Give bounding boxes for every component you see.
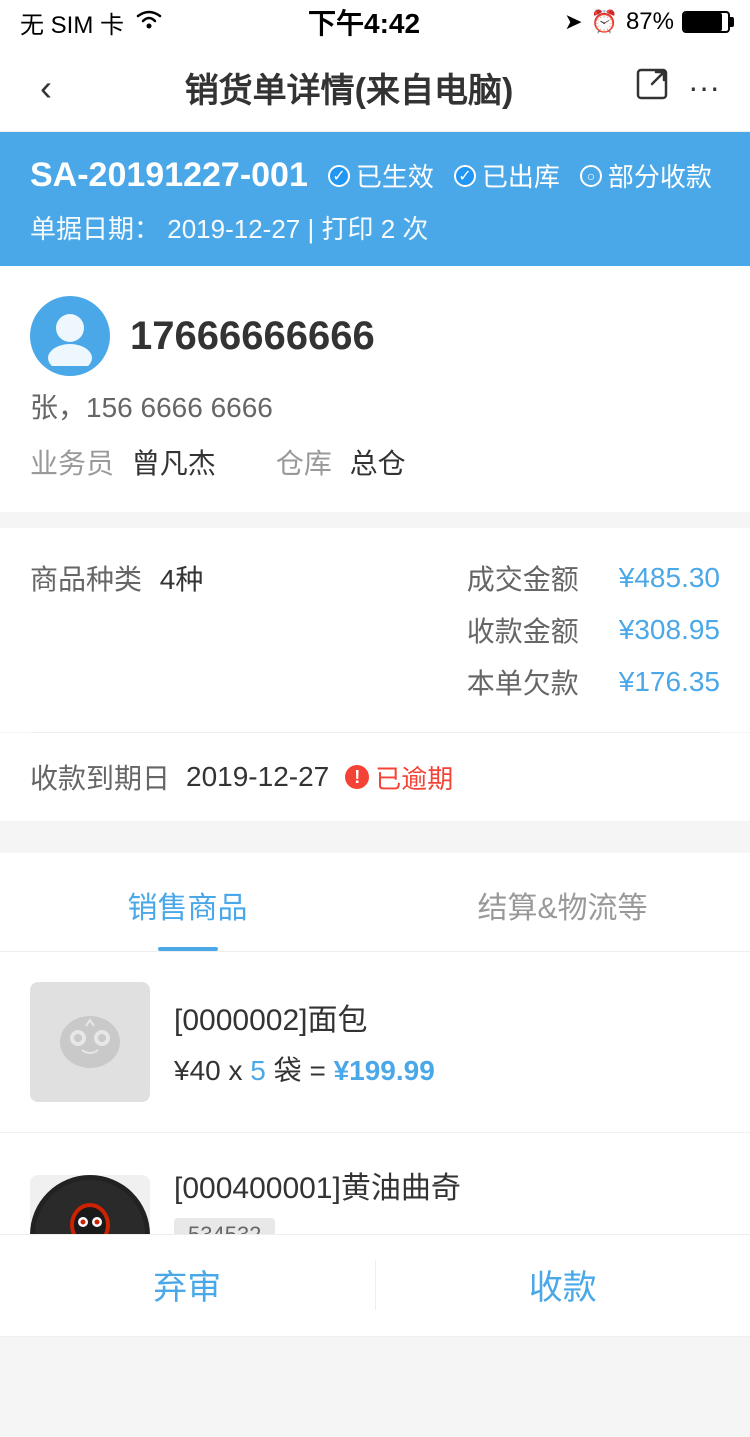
summary-right: 成交金额 ¥485.30 收款金额 ¥308.95 本单欠款 ¥176.35 bbox=[467, 558, 720, 702]
customer-contact: 张，156 6666 6666 bbox=[30, 386, 720, 426]
customer-meta: 业务员 曾凡杰 仓库 总仓 bbox=[30, 442, 720, 482]
warehouse-label: 仓库 bbox=[276, 448, 332, 479]
tab-settlement[interactable]: 结算&物流等 bbox=[375, 853, 750, 951]
status-tag-2: ✓ 已出库 bbox=[454, 157, 560, 194]
product-name-2: [000400001]黄油曲奇 bbox=[174, 1163, 720, 1207]
summary-section: 商品种类 4种 成交金额 ¥485.30 收款金额 ¥308.95 本单欠款 ¥… bbox=[0, 528, 750, 732]
avatar bbox=[30, 296, 110, 376]
deal-amount-value: ¥485.30 bbox=[619, 562, 720, 594]
wifi-icon bbox=[134, 8, 164, 37]
battery-percent: 87% bbox=[626, 8, 674, 36]
order-date-row: 单据日期： 2019-12-27 | 打印 2 次 bbox=[30, 209, 720, 246]
battery-icon bbox=[682, 11, 730, 33]
types-count: 4种 bbox=[160, 564, 204, 595]
product-thumbnail-1 bbox=[30, 982, 150, 1102]
nav-actions: ··· bbox=[636, 68, 720, 108]
divider-2 bbox=[0, 821, 750, 837]
summary-left: 商品种类 4种 bbox=[30, 558, 203, 598]
customer-main: 17666666666 bbox=[30, 296, 720, 376]
back-button[interactable]: ‹ bbox=[30, 57, 62, 119]
check-icon-1: ✓ bbox=[328, 165, 350, 187]
page-title: 销货单详情(来自电脑) bbox=[185, 63, 514, 112]
order-id: SA-20191227-001 bbox=[30, 156, 308, 195]
tab-sales-goods[interactable]: 销售商品 bbox=[0, 853, 375, 951]
status-tag-3: ○ 部分收款 bbox=[580, 157, 712, 194]
status-right: ➤ ⏰ 87% bbox=[564, 8, 730, 36]
product-info-1: [0000002]面包 ¥40 x 5 袋 = ¥199.99 bbox=[174, 995, 720, 1089]
salesperson-field: 业务员 曾凡杰 bbox=[30, 442, 216, 482]
cancel-review-button[interactable]: 弃审 bbox=[0, 1240, 375, 1329]
product-name-1: [0000002]面包 bbox=[174, 995, 720, 1039]
received-amount-row: 收款金额 ¥308.95 bbox=[467, 610, 720, 650]
status-bar: 无 SIM 卡 下午4:42 ➤ ⏰ 87% bbox=[0, 0, 750, 44]
list-item: [0000002]面包 ¥40 x 5 袋 = ¥199.99 bbox=[0, 952, 750, 1133]
debt-amount-row: 本单欠款 ¥176.35 bbox=[467, 662, 720, 702]
types-label: 商品种类 bbox=[30, 564, 142, 595]
print-suffix: 次 bbox=[402, 214, 428, 244]
overdue-text: 已逾期 bbox=[375, 759, 453, 796]
received-amount-label: 收款金额 bbox=[467, 610, 579, 650]
customer-section: 17666666666 张，156 6666 6666 业务员 曾凡杰 仓库 总… bbox=[0, 266, 750, 512]
product-price-row-1: ¥40 x 5 袋 = ¥199.99 bbox=[174, 1049, 720, 1089]
print-count: 2 bbox=[381, 214, 395, 244]
tabs-container: 销售商品 结算&物流等 bbox=[0, 853, 750, 952]
overdue-warning-icon: ! bbox=[345, 765, 369, 789]
product-thumb-placeholder-1 bbox=[30, 982, 150, 1102]
order-header: SA-20191227-001 ✓ 已生效 ✓ 已出库 ○ 部分收款 单据日期：… bbox=[0, 132, 750, 266]
divider-1 bbox=[0, 512, 750, 528]
salesperson-label: 业务员 bbox=[30, 448, 114, 479]
overdue-label: 收款到期日 bbox=[30, 757, 170, 797]
nav-bar: ‹ 销货单详情(来自电脑) ··· bbox=[0, 44, 750, 132]
status-time: 下午4:42 bbox=[308, 2, 420, 42]
more-button[interactable]: ··· bbox=[688, 69, 720, 106]
alarm-icon: ⏰ bbox=[591, 9, 618, 35]
overdue-badge: ! 已逾期 bbox=[345, 759, 453, 796]
date-label: 单据日期： bbox=[30, 214, 160, 244]
debt-amount-value: ¥176.35 bbox=[619, 666, 720, 698]
received-amount-value: ¥308.95 bbox=[619, 614, 720, 646]
order-date: 2019-12-27 bbox=[167, 214, 300, 244]
warehouse-field: 仓库 总仓 bbox=[276, 442, 406, 482]
overdue-date: 2019-12-27 bbox=[186, 761, 329, 793]
overdue-section: 收款到期日 2019-12-27 ! 已逾期 bbox=[0, 733, 750, 821]
bottom-bar: 弃审 收款 bbox=[0, 1234, 750, 1334]
clock-icon: ○ bbox=[580, 165, 602, 187]
deal-amount-label: 成交金额 bbox=[467, 558, 579, 598]
salesperson-value: 曾凡杰 bbox=[132, 448, 216, 479]
debt-amount-label: 本单欠款 bbox=[467, 662, 579, 702]
carrier-label: 无 SIM 卡 bbox=[20, 5, 124, 40]
deal-amount-row: 成交金额 ¥485.30 bbox=[467, 558, 720, 598]
share-button[interactable] bbox=[636, 68, 668, 108]
warehouse-value: 总仓 bbox=[350, 448, 406, 479]
collect-payment-button[interactable]: 收款 bbox=[376, 1240, 750, 1329]
status-left: 无 SIM 卡 bbox=[20, 5, 164, 40]
location-icon: ➤ bbox=[564, 9, 582, 35]
customer-name: 17666666666 bbox=[130, 314, 375, 359]
print-label: | 打印 bbox=[307, 214, 373, 244]
order-id-row: SA-20191227-001 ✓ 已生效 ✓ 已出库 ○ 部分收款 bbox=[30, 156, 720, 195]
check-icon-2: ✓ bbox=[454, 165, 476, 187]
status-tag-1: ✓ 已生效 bbox=[328, 157, 434, 194]
